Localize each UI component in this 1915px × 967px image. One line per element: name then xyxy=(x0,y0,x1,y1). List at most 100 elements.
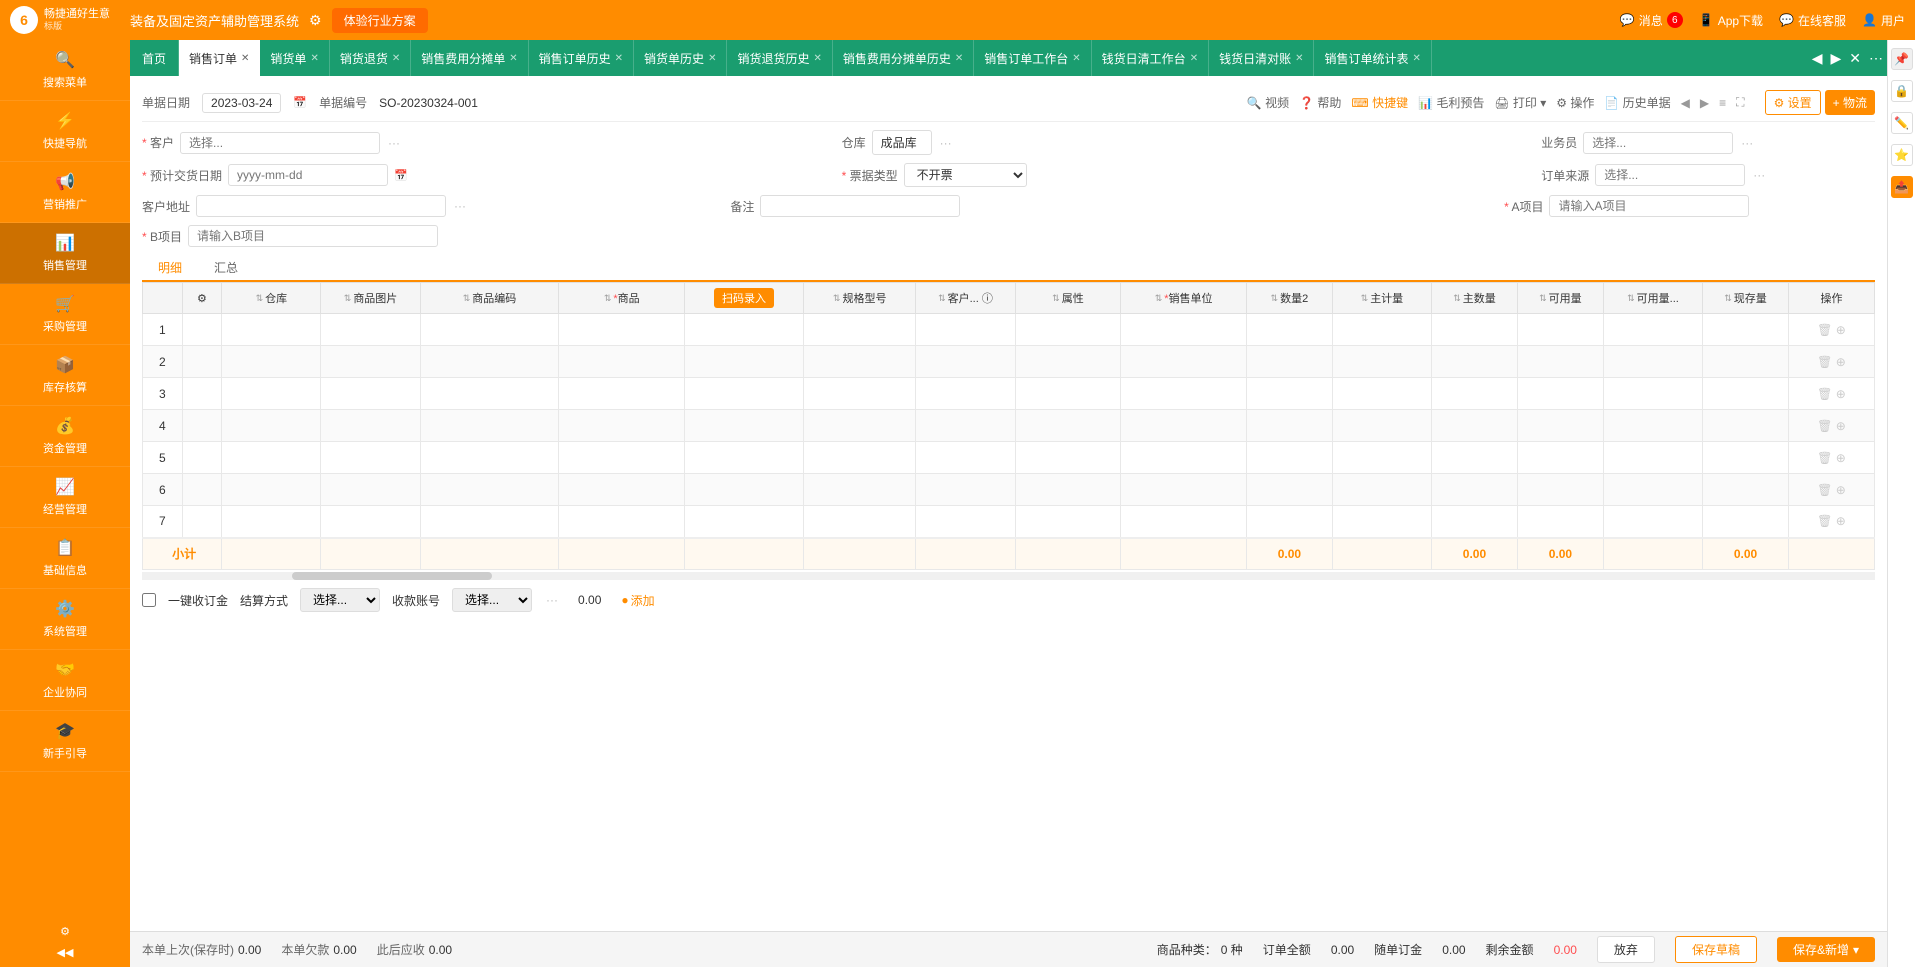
row-main-qty[interactable] xyxy=(1432,314,1518,346)
nav-prev-btn[interactable]: ◀ xyxy=(1681,96,1690,110)
row-copy-icon[interactable]: ⊕ xyxy=(1836,451,1846,465)
right-panel-icon-4[interactable]: ⭐ xyxy=(1891,144,1913,166)
row-warehouse[interactable] xyxy=(222,474,321,506)
history-btn[interactable]: 📄 历史单据 xyxy=(1604,94,1670,111)
business-input[interactable] xyxy=(1583,132,1733,154)
list-view-btn[interactable]: ≡ xyxy=(1719,96,1726,110)
tab-close-icon[interactable]: ✕ xyxy=(392,53,400,64)
row-spec[interactable] xyxy=(804,314,916,346)
tab-sales-return[interactable]: 销货退货 ✕ xyxy=(330,40,411,76)
right-panel-icon-5[interactable]: 📤 xyxy=(1891,176,1913,198)
row-copy-icon[interactable]: ⊕ xyxy=(1836,514,1846,528)
row-code[interactable] xyxy=(420,378,559,410)
row-spec[interactable] xyxy=(804,346,916,378)
tab-sales-invoice[interactable]: 销货单 ✕ xyxy=(260,40,329,76)
add-payment-btn[interactable]: ● 添加 xyxy=(621,592,654,609)
row-product[interactable] xyxy=(559,314,685,346)
row-customer-code[interactable] xyxy=(916,442,1015,474)
settings-form-btn[interactable]: ⚙ 设置 xyxy=(1765,90,1821,115)
sidebar-collapse-btn[interactable]: ◀◀ xyxy=(57,946,74,959)
tab-order-workbench[interactable]: 销售订单工作台 ✕ xyxy=(974,40,1091,76)
row-main-qty[interactable] xyxy=(1432,474,1518,506)
row-unit[interactable] xyxy=(1121,346,1247,378)
col-unit[interactable]: ⇅*销售单位 xyxy=(1121,283,1247,314)
row-customer-code[interactable] xyxy=(916,506,1015,538)
tab-close-icon[interactable]: ✕ xyxy=(241,53,249,64)
col-spec[interactable]: ⇅规格型号 xyxy=(804,283,916,314)
row-customer-code[interactable] xyxy=(916,474,1015,506)
row-code[interactable] xyxy=(420,506,559,538)
discard-btn[interactable]: 放弃 xyxy=(1597,936,1655,963)
row-product[interactable] xyxy=(559,474,685,506)
sidebar-item-management[interactable]: 📈 经营管理 xyxy=(0,467,130,528)
save-new-arrow-icon[interactable]: ▾ xyxy=(1853,943,1859,957)
row-delete-icon[interactable]: 🗑 xyxy=(1817,514,1832,528)
business-dots[interactable]: ··· xyxy=(1741,136,1753,150)
row-qty2[interactable] xyxy=(1246,506,1332,538)
row-main-qty[interactable] xyxy=(1432,442,1518,474)
app-download-btn[interactable]: 📱 App下载 xyxy=(1699,12,1763,29)
row-customer-code[interactable] xyxy=(916,346,1015,378)
tab-detail[interactable]: 明细 xyxy=(142,255,198,282)
row-attr[interactable] xyxy=(1015,474,1121,506)
row-qty2[interactable] xyxy=(1246,378,1332,410)
tab-summary[interactable]: 汇总 xyxy=(198,255,254,280)
col-settings[interactable]: ⚙ xyxy=(182,283,222,314)
online-service-btn[interactable]: 💬 在线客服 xyxy=(1779,12,1846,29)
sidebar-settings-btn[interactable]: ⚙ xyxy=(60,925,70,938)
row-spec[interactable] xyxy=(804,442,916,474)
right-panel-icon-1[interactable]: 📌 xyxy=(1891,48,1913,70)
row-warehouse[interactable] xyxy=(222,506,321,538)
fullscreen-btn[interactable]: ⛶ xyxy=(1736,95,1744,110)
col-customer-code[interactable]: ⇅客户... ⓘ xyxy=(916,283,1015,314)
sidebar-item-finance[interactable]: 💰 资金管理 xyxy=(0,406,130,467)
col-attr[interactable]: ⇅属性 xyxy=(1015,283,1121,314)
row-qty2[interactable] xyxy=(1246,442,1332,474)
row-copy-icon[interactable]: ⊕ xyxy=(1836,355,1846,369)
sidebar-item-basic[interactable]: 📋 基础信息 xyxy=(0,528,130,589)
row-unit[interactable] xyxy=(1121,314,1247,346)
col-code[interactable]: ⇅商品编码 xyxy=(420,283,559,314)
row-attr[interactable] xyxy=(1015,378,1121,410)
row-attr[interactable] xyxy=(1015,442,1121,474)
row-spec[interactable] xyxy=(804,378,916,410)
tab-sales-order[interactable]: 销售订单 ✕ xyxy=(179,40,260,76)
tab-close-icon[interactable]: ✕ xyxy=(1072,53,1080,64)
row-qty2[interactable] xyxy=(1246,410,1332,442)
remark-input[interactable] xyxy=(760,195,960,217)
col-stock[interactable]: ⇅现存量 xyxy=(1703,283,1789,314)
row-warehouse[interactable] xyxy=(222,346,321,378)
tab-close-icon[interactable]: ✕ xyxy=(708,53,716,64)
help-btn[interactable]: ❓ 帮助 xyxy=(1299,94,1341,111)
ticket-select[interactable]: 不开票 增值税普通发票 增值税专用发票 xyxy=(904,163,1027,187)
settlement-select[interactable]: 选择... xyxy=(300,588,380,612)
sidebar-item-system[interactable]: ⚙️ 系统管理 xyxy=(0,589,130,650)
save-draft-btn[interactable]: 保存草稿 xyxy=(1675,936,1757,963)
customer-dots[interactable]: ··· xyxy=(388,136,400,150)
row-unit[interactable] xyxy=(1121,474,1247,506)
tab-close-icon[interactable]: ✕ xyxy=(1295,53,1303,64)
row-warehouse[interactable] xyxy=(222,378,321,410)
row-customer-code[interactable] xyxy=(916,378,1015,410)
row-code[interactable] xyxy=(420,410,559,442)
save-new-btn[interactable]: 保存&新增 ▾ xyxy=(1777,937,1875,962)
col-avail2[interactable]: ⇅可用量... xyxy=(1603,283,1702,314)
delivery-calendar-icon[interactable]: 📅 xyxy=(394,169,408,182)
delivery-input[interactable] xyxy=(228,164,388,186)
industry-btn[interactable]: 体验行业方案 xyxy=(332,8,428,33)
order-source-dots[interactable]: ··· xyxy=(1753,168,1765,182)
row-copy-icon[interactable]: ⊕ xyxy=(1836,483,1846,497)
profit-btn[interactable]: 📊 毛利预告 xyxy=(1418,94,1484,111)
tab-close-icon[interactable]: ✕ xyxy=(1190,53,1198,64)
tab-sales-expense[interactable]: 销售费用分摊单 ✕ xyxy=(411,40,528,76)
row-delete-icon[interactable]: 🗑 xyxy=(1817,451,1832,465)
row-attr[interactable] xyxy=(1015,410,1121,442)
tab-close-icon[interactable]: ✕ xyxy=(310,53,318,64)
row-main-qty[interactable] xyxy=(1432,410,1518,442)
a-project-input[interactable] xyxy=(1549,195,1749,217)
logistics-btn[interactable]: + 物流 xyxy=(1825,90,1875,115)
date-value[interactable]: 2023-03-24 xyxy=(202,93,281,113)
tab-cash-reconcile[interactable]: 钱货日清对账 ✕ xyxy=(1209,40,1314,76)
warehouse-value[interactable]: 成品库 xyxy=(872,130,932,155)
row-unit[interactable] xyxy=(1121,506,1247,538)
